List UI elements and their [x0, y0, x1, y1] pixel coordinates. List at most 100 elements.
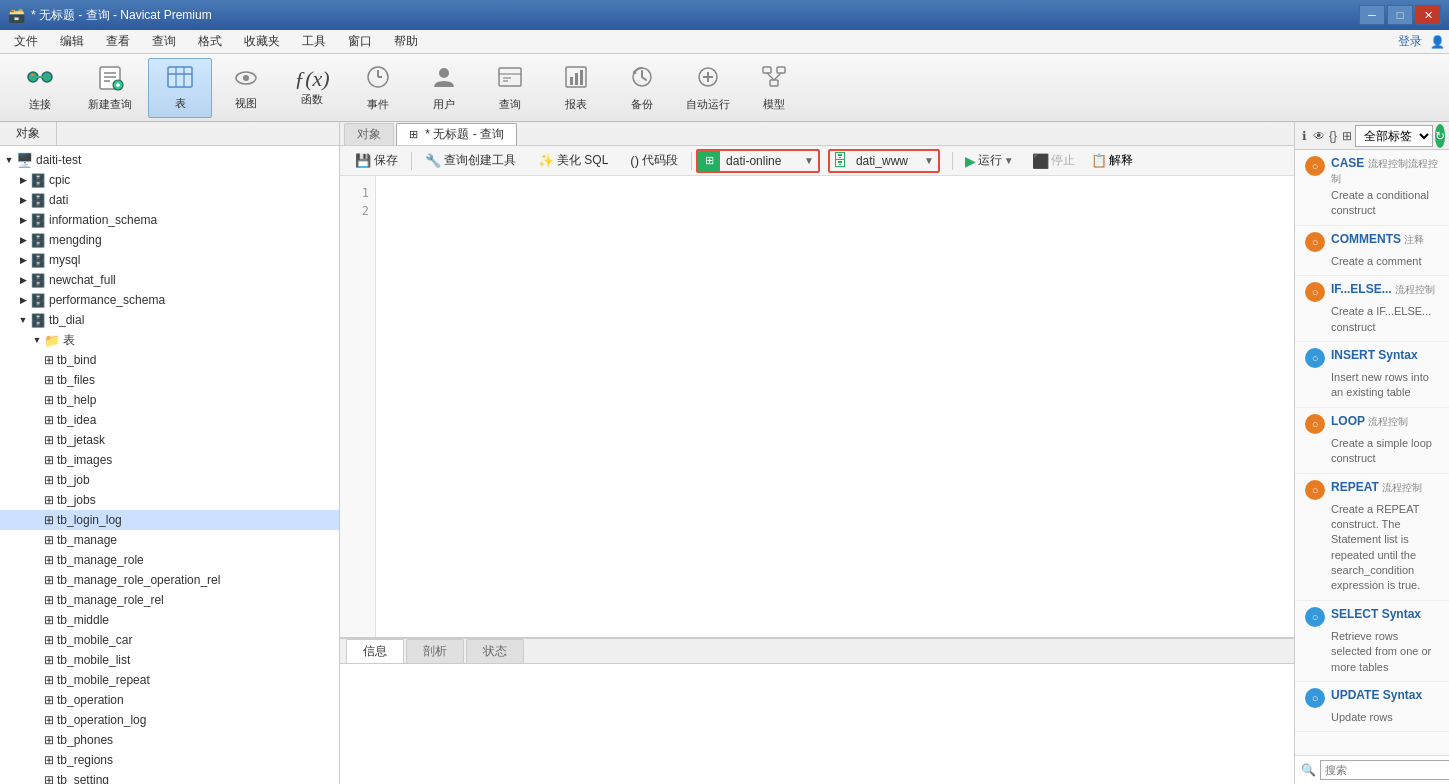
sidebar-braces-btn[interactable]: {}	[1328, 125, 1339, 147]
code-segment-button[interactable]: () 代码段	[621, 150, 687, 172]
tab-info[interactable]: 信息	[346, 639, 404, 663]
tree-item-newchat[interactable]: ▶ 🗄️ newchat_full	[0, 270, 339, 290]
run-dropdown-arrow[interactable]: ▼	[1004, 155, 1014, 166]
snippet-update[interactable]: ○ UPDATE Syntax Update rows	[1295, 682, 1449, 732]
code-editor[interactable]: 1 2	[340, 176, 1294, 638]
list-item[interactable]: ⊞ tb_help	[0, 390, 339, 410]
snippet-case[interactable]: ○ CASE 流程控制流程控制 Create a conditional con…	[1295, 150, 1449, 226]
snippet-repeat[interactable]: ○ REPEAT 流程控制 Create a REPEAT construct.…	[1295, 474, 1449, 601]
tree-folder-tables[interactable]: ▼ 📁 表	[0, 330, 339, 350]
list-item[interactable]: ⊞ tb_mobile_list	[0, 650, 339, 670]
list-item[interactable]: ⊞ tb_operation	[0, 690, 339, 710]
list-item[interactable]: ⊞ tb_idea	[0, 410, 339, 430]
explain-button[interactable]: 📋 解释	[1085, 150, 1139, 171]
toolbar-event[interactable]: 事件	[346, 58, 410, 118]
tree-item-performance[interactable]: ▶ 🗄️ performance_schema	[0, 290, 339, 310]
snippet-loop[interactable]: ○ LOOP 流程控制 Create a simple loop constru…	[1295, 408, 1449, 474]
snippet-select[interactable]: ○ SELECT Syntax Retrieve rows selected f…	[1295, 601, 1449, 682]
menu-edit[interactable]: 编辑	[50, 31, 94, 53]
toolbar-backup[interactable]: 备份	[610, 58, 674, 118]
close-button[interactable]: ✕	[1415, 5, 1441, 25]
tab-objects-right[interactable]: 对象	[344, 123, 394, 145]
list-item[interactable]: ⊞ tb_phones	[0, 730, 339, 750]
list-item[interactable]: ⊞ tb_middle	[0, 610, 339, 630]
list-item[interactable]: ⊞ tb_job	[0, 470, 339, 490]
toolbar-view-label: 视图	[235, 96, 257, 111]
tree-item-information-schema[interactable]: ▶ 🗄️ information_schema	[0, 210, 339, 230]
save-button[interactable]: 💾 保存	[346, 150, 407, 172]
list-item[interactable]: ⊞ tb_manage_role_operation_rel	[0, 570, 339, 590]
toolbar-query[interactable]: 查询	[478, 58, 542, 118]
minimize-button[interactable]: ─	[1359, 5, 1385, 25]
db-selector-2[interactable]: 🗄 dati_www ▼	[828, 149, 940, 173]
tree-item-cpic[interactable]: ▶ 🗄️ cpic	[0, 170, 339, 190]
tab-profile[interactable]: 剖析	[406, 639, 464, 663]
list-item[interactable]: ⊞ tb_bind	[0, 350, 339, 370]
list-item[interactable]: ⊞ tb_images	[0, 450, 339, 470]
tree-item-mengding[interactable]: ▶ 🗄️ mengding	[0, 230, 339, 250]
run-button[interactable]: ▶ 运行 ▼	[957, 150, 1022, 171]
tree-item-mysql[interactable]: ▶ 🗄️ mysql	[0, 250, 339, 270]
list-item[interactable]: ⊞ tb_mobile_car	[0, 630, 339, 650]
snippet-if-else[interactable]: ○ IF...ELSE... 流程控制 Create a IF...ELSE..…	[1295, 276, 1449, 342]
menu-file[interactable]: 文件	[4, 31, 48, 53]
function-icon: ƒ(x)	[294, 68, 329, 90]
menu-tools[interactable]: 工具	[292, 31, 336, 53]
menu-view[interactable]: 查看	[96, 31, 140, 53]
list-item[interactable]: ⊞ tb_files	[0, 370, 339, 390]
toolbar-function[interactable]: ƒ(x) 函数	[280, 58, 344, 118]
tree-container[interactable]: ▼ 🖥️ daiti-test ▶ 🗄️ cpic ▶ 🗄️ dati ▶ 🗄️…	[0, 146, 339, 784]
tab-query-active[interactable]: ⊞ * 无标题 - 查询	[396, 123, 517, 145]
sidebar-preview-btn[interactable]: 👁	[1312, 125, 1326, 147]
beautify-button[interactable]: ✨ 美化 SQL	[529, 150, 617, 172]
menu-window[interactable]: 窗口	[338, 31, 382, 53]
search-input[interactable]	[1320, 760, 1449, 780]
list-item[interactable]: ⊞ tb_manage_role	[0, 550, 339, 570]
build-query-button[interactable]: 🔧 查询创建工具	[416, 150, 525, 172]
list-item[interactable]: ⊞ tb_operation_log	[0, 710, 339, 730]
tree-item-tb-dial[interactable]: ▼ 🗄️ tb_dial	[0, 310, 339, 330]
toolbar-query-label: 查询	[499, 97, 521, 112]
tree-item-dati[interactable]: ▶ 🗄️ dati	[0, 190, 339, 210]
menu-help[interactable]: 帮助	[384, 31, 428, 53]
svg-rect-28	[580, 70, 583, 85]
svg-rect-34	[763, 67, 771, 73]
snippet-case-badge: 流程控制	[1368, 158, 1408, 169]
tree-root[interactable]: ▼ 🖥️ daiti-test	[0, 150, 339, 170]
menu-format[interactable]: 格式	[188, 31, 232, 53]
list-item[interactable]: ⊞ tb_manage	[0, 530, 339, 550]
db1-arrow[interactable]: ▼	[800, 155, 818, 166]
stop-button[interactable]: ⬛ 停止	[1026, 150, 1081, 171]
tab-objects[interactable]: 对象	[0, 122, 57, 145]
maximize-button[interactable]: □	[1387, 5, 1413, 25]
toolbar-new-query[interactable]: 新建查询	[74, 58, 146, 118]
toolbar-view[interactable]: 视图	[214, 58, 278, 118]
sidebar-info-btn[interactable]: ℹ	[1299, 125, 1310, 147]
list-item[interactable]: ⊞ tb_jobs	[0, 490, 339, 510]
list-item[interactable]: ⊞ tb_mobile_repeat	[0, 670, 339, 690]
toolbar-connect[interactable]: 连接	[8, 58, 72, 118]
db2-arrow[interactable]: ▼	[920, 155, 938, 166]
toolbar-table[interactable]: 表	[148, 58, 212, 118]
list-item[interactable]: ⊞ tb_login_log	[0, 510, 339, 530]
refresh-button[interactable]: ↻	[1435, 124, 1446, 148]
list-item[interactable]: ⊞ tb_jetask	[0, 430, 339, 450]
list-item[interactable]: ⊞ tb_manage_role_rel	[0, 590, 339, 610]
menu-favorites[interactable]: 收藏夹	[234, 31, 290, 53]
toolbar-user[interactable]: 用户	[412, 58, 476, 118]
table-icon-small: ⊞	[44, 473, 54, 487]
toolbar-model[interactable]: 模型	[742, 58, 806, 118]
list-item[interactable]: ⊞ tb_regions	[0, 750, 339, 770]
list-item[interactable]: ⊞ tb_setting	[0, 770, 339, 784]
tab-status[interactable]: 状态	[466, 639, 524, 663]
sql-editor[interactable]	[376, 176, 1294, 637]
tag-selector[interactable]: 全部标签	[1355, 125, 1433, 147]
snippet-comments[interactable]: ○ COMMENTS 注释 Create a comment	[1295, 226, 1449, 276]
snippet-insert[interactable]: ○ INSERT Syntax Insert new rows into an …	[1295, 342, 1449, 408]
toolbar-autorun[interactable]: 自动运行	[676, 58, 740, 118]
menu-query[interactable]: 查询	[142, 31, 186, 53]
login-label[interactable]: 登录	[1398, 33, 1422, 50]
sidebar-grid-btn[interactable]: ⊞	[1341, 125, 1353, 147]
toolbar-report[interactable]: 报表	[544, 58, 608, 118]
db-selector-1[interactable]: ⊞ dati-online ▼	[696, 149, 820, 173]
